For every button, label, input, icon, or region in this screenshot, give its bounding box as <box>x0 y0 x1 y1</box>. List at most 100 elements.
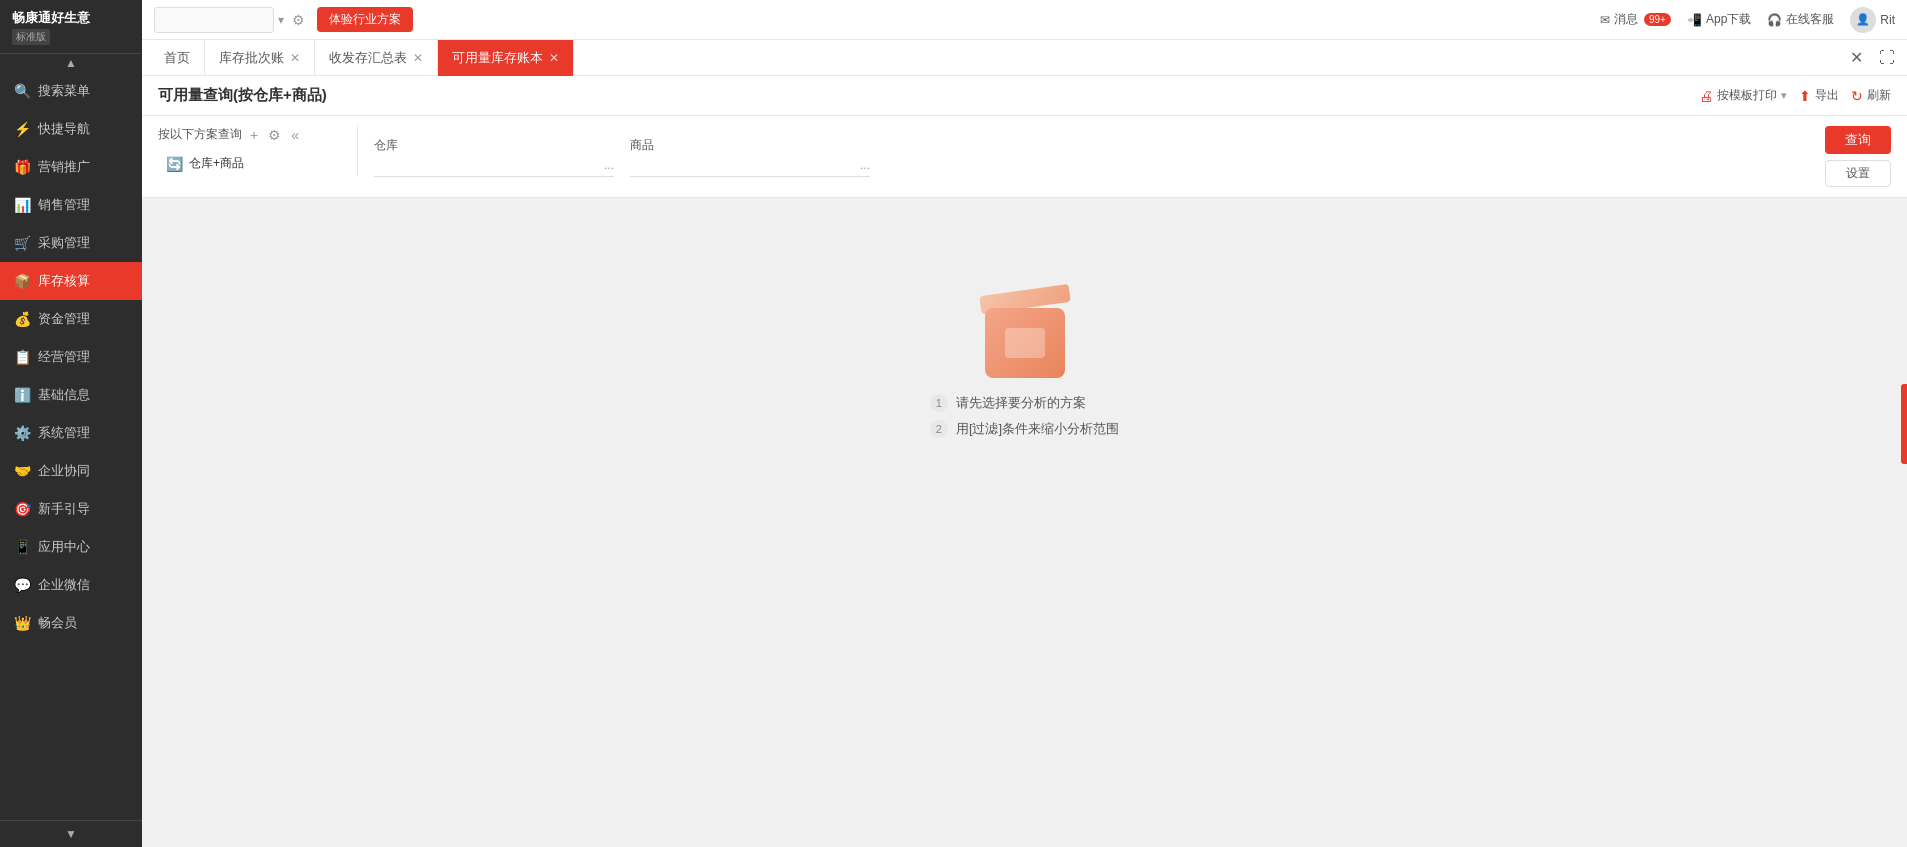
trial-btn[interactable]: 体验行业方案 <box>317 7 413 32</box>
scheme-name: 仓库+商品 <box>189 155 244 172</box>
tab-close-icon[interactable]: ✕ <box>413 52 423 64</box>
tab-home-label: 首页 <box>164 49 190 67</box>
online-service-btn[interactable]: 🎧 在线客服 <box>1767 11 1834 28</box>
product-more-btn[interactable]: ... <box>860 158 870 172</box>
page-header-actions: 🖨 按模板打印 ▾ ⬆ 导出 ↻ 刷新 <box>1699 87 1891 104</box>
gear-icon: ⚙️ <box>14 425 30 441</box>
tab-close-icon[interactable]: ✕ <box>549 52 559 64</box>
close-tab-btn[interactable]: ✕ <box>1846 44 1867 71</box>
sidebar-item-label: 企业微信 <box>38 576 90 594</box>
sidebar-item-new-guide[interactable]: 🎯 新手引导 <box>0 490 142 528</box>
user-profile-btn[interactable]: 👤 Rit <box>1850 7 1895 33</box>
tab-home[interactable]: 首页 <box>150 40 205 76</box>
main-area: ▾ ⚙ 体验行业方案 ✉ 消息 99+ 📲 App下载 🎧 在线客服 👤 Rit <box>142 0 1907 847</box>
settings-icon[interactable]: ⚙ <box>292 12 305 28</box>
product-label: 商品 <box>630 137 870 154</box>
message-icon: ✉ <box>1600 13 1610 27</box>
sidebar-item-label: 系统管理 <box>38 424 90 442</box>
tab-inventory-batch[interactable]: 库存批次账 ✕ <box>205 40 315 76</box>
print-btn[interactable]: 🖨 按模板打印 ▾ <box>1699 87 1787 104</box>
sidebar-item-system[interactable]: ⚙️ 系统管理 <box>0 414 142 452</box>
filter-settings-btn[interactable]: 设置 <box>1825 160 1891 187</box>
gift-icon: 🎁 <box>14 159 30 175</box>
sidebar-item-operations[interactable]: 📋 经营管理 <box>0 338 142 376</box>
sidebar-item-inventory[interactable]: 📦 库存核算 <box>0 262 142 300</box>
export-icon: ⬆ <box>1799 88 1811 104</box>
sidebar-item-wechat[interactable]: 💬 企业微信 <box>0 566 142 604</box>
warehouse-field: 仓库 ... <box>374 137 614 177</box>
product-input[interactable] <box>630 158 856 172</box>
scroll-indicator <box>1901 384 1907 464</box>
crown-icon: 👑 <box>14 615 30 631</box>
box-body <box>985 308 1065 378</box>
topbar: ▾ ⚙ 体验行业方案 ✉ 消息 99+ 📲 App下载 🎧 在线客服 👤 Rit <box>142 0 1907 40</box>
filter-fields: 仓库 ... 商品 ... 查询 设置 <box>358 126 1891 187</box>
filter-label-text: 按以下方案查询 <box>158 126 242 143</box>
edit-scheme-btn[interactable]: ⚙ <box>266 127 283 143</box>
sidebar-scroll-up[interactable]: ▲ <box>0 54 142 72</box>
hint-text-1: 请先选择要分析的方案 <box>956 394 1086 412</box>
app-download-btn[interactable]: 📲 App下载 <box>1687 11 1751 28</box>
tab-close-icon[interactable]: ✕ <box>290 52 300 64</box>
hint-text-2: 用[过滤]条件来缩小分析范围 <box>956 420 1119 438</box>
sidebar-item-sales[interactable]: 📊 销售管理 <box>0 186 142 224</box>
sidebar-item-label: 资金管理 <box>38 310 90 328</box>
warehouse-more-btn[interactable]: ... <box>604 158 614 172</box>
filter-scheme-panel: 按以下方案查询 + ⚙ « 🔄 仓库+商品 <box>158 126 358 176</box>
scheme-icon: 🔄 <box>166 156 183 172</box>
target-icon: 🎯 <box>14 501 30 517</box>
sidebar-item-app-center[interactable]: 📱 应用中心 <box>0 528 142 566</box>
expand-tab-btn[interactable]: ⛶ <box>1875 45 1899 71</box>
sidebar: 畅康通好生意 标准版 ▲ 🔍 搜索菜单 ⚡ 快捷导航 🎁 营销推广 📊 销售管理… <box>0 0 142 847</box>
sidebar-item-label: 经营管理 <box>38 348 90 366</box>
sidebar-item-vip[interactable]: 👑 畅会员 <box>0 604 142 642</box>
box-face <box>1005 328 1045 358</box>
add-scheme-btn[interactable]: + <box>248 127 260 143</box>
sidebar-item-enterprise[interactable]: 🤝 企业协同 <box>0 452 142 490</box>
sidebar-item-purchase[interactable]: 🛒 采购管理 <box>0 224 142 262</box>
sidebar-item-basic-info[interactable]: ℹ️ 基础信息 <box>0 376 142 414</box>
print-icon: 🖨 <box>1699 88 1713 104</box>
tabs-bar: 首页 库存批次账 ✕ 收发存汇总表 ✕ 可用量库存账本 ✕ ✕ ⛶ <box>142 40 1907 76</box>
tab-receive-summary[interactable]: 收发存汇总表 ✕ <box>315 40 438 76</box>
sidebar-item-search[interactable]: 🔍 搜索菜单 <box>0 72 142 110</box>
collapse-btn[interactable]: « <box>289 127 301 143</box>
sidebar-item-label: 快捷导航 <box>38 120 90 138</box>
hint-item-2: 2 用[过滤]条件来缩小分析范围 <box>930 420 1119 438</box>
message-label: 消息 <box>1614 11 1638 28</box>
refresh-icon: ↻ <box>1851 88 1863 104</box>
warehouse-input[interactable] <box>374 158 600 172</box>
message-badge: 99+ <box>1644 13 1671 26</box>
sidebar-item-quick-nav[interactable]: ⚡ 快捷导航 <box>0 110 142 148</box>
sidebar-item-funds[interactable]: 💰 资金管理 <box>0 300 142 338</box>
chevron-down-icon[interactable]: ▾ <box>278 13 284 27</box>
mobile-icon: 📱 <box>14 539 30 555</box>
headset-icon: 🎧 <box>1767 13 1782 27</box>
page-content: 可用量查询(按仓库+商品) 🖨 按模板打印 ▾ ⬆ 导出 ↻ 刷新 <box>142 76 1907 847</box>
sidebar-item-marketing[interactable]: 🎁 营销推广 <box>0 148 142 186</box>
query-btn[interactable]: 查询 <box>1825 126 1891 154</box>
search-icon: 🔍 <box>14 83 30 99</box>
refresh-btn[interactable]: ↻ 刷新 <box>1851 87 1891 104</box>
tab-available-qty[interactable]: 可用量库存账本 ✕ <box>438 40 574 76</box>
page-header: 可用量查询(按仓库+商品) 🖨 按模板打印 ▾ ⬆ 导出 ↻ 刷新 <box>142 76 1907 116</box>
info-icon: ℹ️ <box>14 387 30 403</box>
hint-item-1: 1 请先选择要分析的方案 <box>930 394 1119 412</box>
warehouse-input-group: ... <box>374 158 614 177</box>
warehouse-label: 仓库 <box>374 137 614 154</box>
avatar: 👤 <box>1850 7 1876 33</box>
scheme-warehouse-product[interactable]: 🔄 仓库+商品 <box>158 151 345 176</box>
app-download-label: App下载 <box>1706 11 1751 28</box>
tab-receive-summary-label: 收发存汇总表 <box>329 49 407 67</box>
sidebar-scroll-down[interactable]: ▼ <box>0 820 142 847</box>
empty-state: 1 请先选择要分析的方案 2 用[过滤]条件来缩小分析范围 <box>142 198 1907 518</box>
brand-tag: 标准版 <box>12 29 50 45</box>
online-service-label: 在线客服 <box>1786 11 1834 28</box>
tabs-actions: ✕ ⛶ <box>1846 44 1899 71</box>
sidebar-item-label: 销售管理 <box>38 196 90 214</box>
sidebar-item-label: 应用中心 <box>38 538 90 556</box>
money-icon: 💰 <box>14 311 30 327</box>
message-btn[interactable]: ✉ 消息 99+ <box>1600 11 1671 28</box>
topbar-search-input[interactable] <box>154 7 274 33</box>
export-btn[interactable]: ⬆ 导出 <box>1799 87 1839 104</box>
